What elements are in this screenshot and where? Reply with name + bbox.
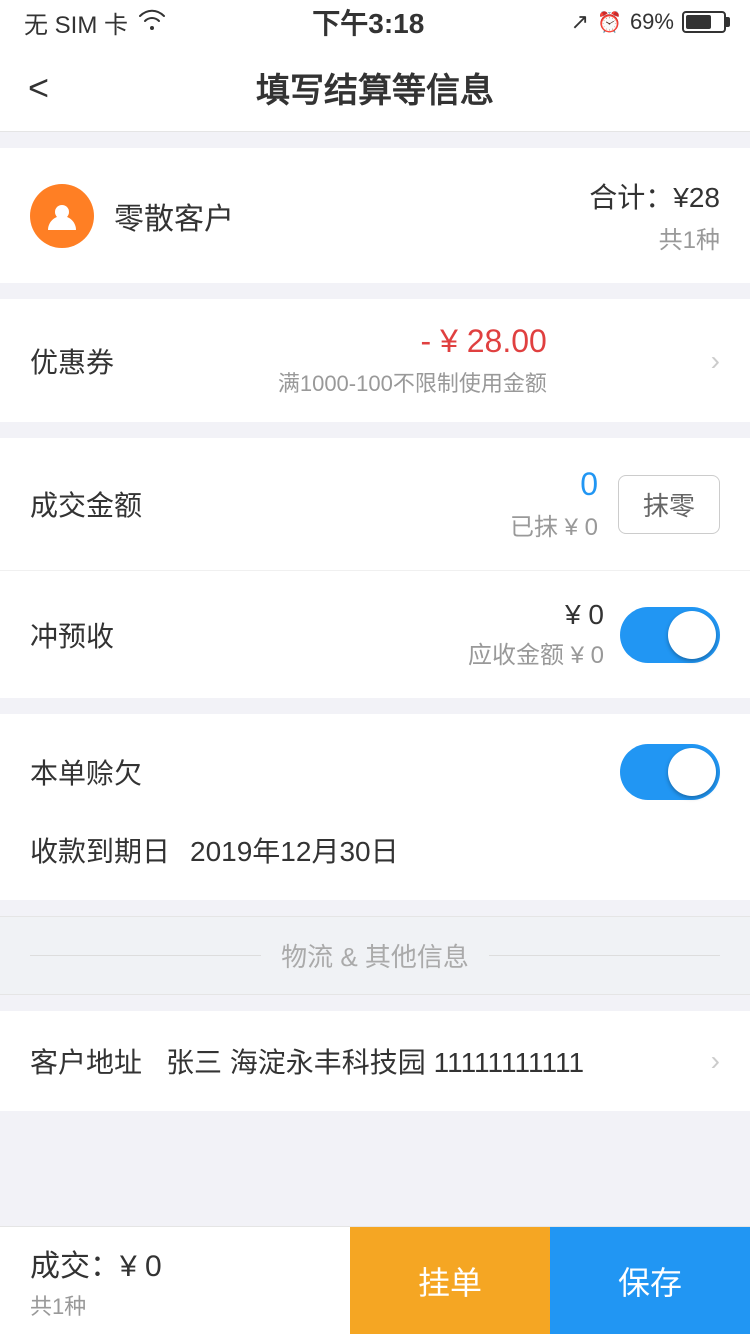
- battery-percent: 69%: [630, 9, 674, 35]
- hang-button[interactable]: 挂单: [350, 1227, 550, 1334]
- debt-label: 本单赊欠: [30, 752, 142, 792]
- prepay-row: 冲预收 ¥ 0 应收金额 ¥ 0: [0, 570, 750, 698]
- coupon-label: 优惠券: [30, 341, 114, 381]
- bottom-count: 共1种: [30, 1289, 320, 1321]
- debt-toggle-knob: [668, 748, 716, 796]
- customer-name: 零散客户: [114, 194, 234, 238]
- due-date-row: 收款到期日 2019年12月30日: [0, 830, 750, 900]
- due-date-label: 收款到期日: [30, 830, 170, 870]
- bottom-info: 成交：¥ 0 共1种: [0, 1227, 350, 1334]
- coupon-row[interactable]: 优惠券 - ¥ 28.00 满1000-100不限制使用金额 ›: [0, 299, 750, 422]
- battery-icon: [682, 8, 726, 36]
- customer-total: 合计：¥28: [589, 176, 720, 216]
- debt-section: 本单赊欠 收款到期日 2019年12月30日: [0, 714, 750, 900]
- logistics-divider: 物流 & 其他信息: [0, 916, 750, 995]
- address-label: 客户地址: [30, 1041, 142, 1081]
- location-icon: ↗: [571, 9, 589, 35]
- transaction-row: 成交金额 0 已抹 ¥ 0 抹零: [0, 438, 750, 570]
- prepay-toggle[interactable]: [620, 607, 720, 663]
- due-date-value: 2019年12月30日: [190, 830, 399, 870]
- prepay-value-col: ¥ 0 应收金额 ¥ 0: [468, 599, 604, 670]
- debt-toggle[interactable]: [620, 744, 720, 800]
- prepay-sub: 应收金额 ¥ 0: [468, 635, 604, 670]
- back-button[interactable]: <: [28, 67, 49, 109]
- transaction-value-col: 0 已抹 ¥ 0: [510, 466, 598, 542]
- address-section[interactable]: 客户地址 张三 海淀永丰科技园 11111111111 ›: [0, 1011, 750, 1111]
- address-row[interactable]: 客户地址 张三 海淀永丰科技园 11111111111 ›: [0, 1011, 750, 1111]
- status-time: 下午3:18: [312, 2, 424, 42]
- prepay-right: ¥ 0 应收金额 ¥ 0: [468, 599, 720, 670]
- customer-section: 零散客户 合计：¥28 共1种: [0, 148, 750, 283]
- bottom-bar: 成交：¥ 0 共1种 挂单 保存: [0, 1226, 750, 1334]
- toggle-knob: [668, 611, 716, 659]
- chevron-right-icon: ›: [711, 345, 720, 377]
- customer-info: 零散客户: [30, 184, 234, 248]
- prepay-amount: ¥ 0: [468, 599, 604, 631]
- logistics-label: 物流 & 其他信息: [281, 937, 469, 974]
- customer-row: 零散客户 合计：¥28 共1种: [0, 148, 750, 283]
- transaction-right: 0 已抹 ¥ 0 抹零: [510, 466, 720, 542]
- save-button[interactable]: 保存: [550, 1227, 750, 1334]
- round-zero-button[interactable]: 抹零: [618, 475, 720, 534]
- divider-line: 物流 & 其他信息: [30, 937, 720, 974]
- wifi-icon: [138, 8, 166, 37]
- coupon-amount: - ¥ 28.00: [278, 323, 547, 360]
- bottom-trans-amount: ¥ 0: [120, 1250, 162, 1283]
- bottom-transaction: 成交：¥ 0: [30, 1241, 320, 1285]
- nav-bar: < 填写结算等信息: [0, 44, 750, 132]
- customer-summary: 合计：¥28 共1种: [589, 176, 720, 255]
- address-chevron-icon: ›: [711, 1045, 720, 1077]
- prepay-label: 冲预收: [30, 615, 114, 655]
- coupon-section[interactable]: 优惠券 - ¥ 28.00 满1000-100不限制使用金额 ›: [0, 299, 750, 422]
- transaction-amount: 0: [510, 466, 598, 503]
- status-right: ↗ ⏰ 69%: [571, 8, 726, 36]
- alarm-icon: ⏰: [597, 10, 622, 35]
- bottom-trans-label: 成交：: [30, 1250, 120, 1283]
- sim-label: 无 SIM 卡: [24, 5, 128, 40]
- transaction-sub: 已抹 ¥ 0: [510, 507, 598, 542]
- coupon-right: - ¥ 28.00 满1000-100不限制使用金额: [278, 323, 547, 398]
- transaction-label: 成交金额: [30, 484, 142, 524]
- status-left: 无 SIM 卡: [24, 5, 166, 40]
- coupon-desc: 满1000-100不限制使用金额: [278, 366, 547, 398]
- transaction-section: 成交金额 0 已抹 ¥ 0 抹零 冲预收 ¥ 0 应收金额 ¥ 0: [0, 438, 750, 698]
- debt-row: 本单赊欠: [0, 714, 750, 830]
- customer-count: 共1种: [589, 220, 720, 255]
- avatar: [30, 184, 94, 248]
- address-value: 张三 海淀永丰科技园 11111111111: [166, 1041, 711, 1081]
- page-title: 填写结算等信息: [256, 63, 494, 112]
- status-bar: 无 SIM 卡 下午3:18 ↗ ⏰ 69%: [0, 0, 750, 44]
